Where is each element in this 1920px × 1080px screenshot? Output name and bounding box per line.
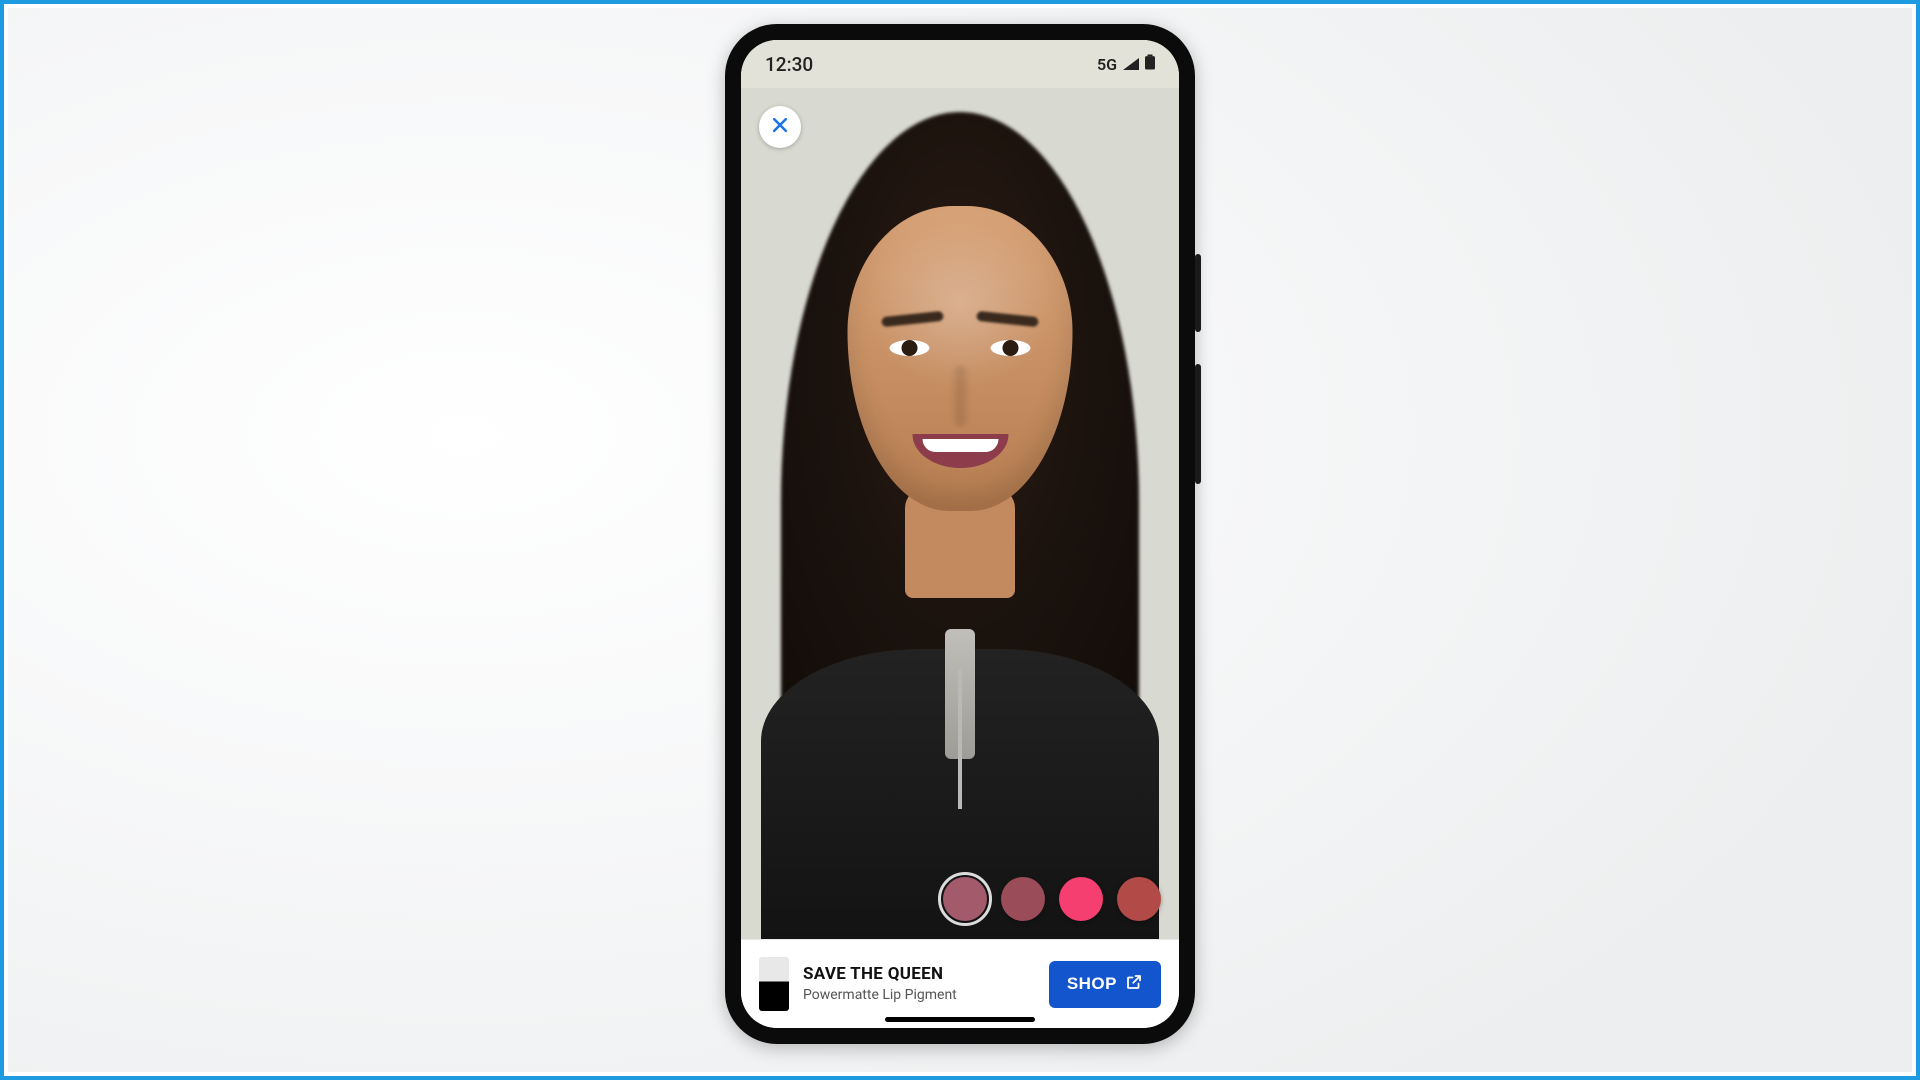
status-right: 5G [1097,54,1155,74]
presentation-stage: 12:30 5G [0,0,1920,1080]
battery-icon [1145,54,1155,74]
shop-button-label: SHOP [1067,974,1117,994]
shade-swatch-2[interactable] [1001,877,1045,921]
product-thumbnail [759,957,789,1011]
product-bar: SAVE THE QUEEN Powermatte Lip Pigment SH… [741,939,1179,1028]
product-subtitle: Powermatte Lip Pigment [803,987,1035,1003]
home-indicator[interactable] [885,1017,1035,1022]
external-link-icon [1125,973,1143,996]
model-eye-right [991,340,1031,356]
product-name: SAVE THE QUEEN [803,965,1035,985]
model-eye-left [890,340,930,356]
model-mouth [912,434,1008,468]
model-zipper [958,669,962,809]
product-text: SAVE THE QUEEN Powermatte Lip Pigment [803,965,1035,1003]
shop-button[interactable]: SHOP [1049,961,1161,1008]
close-icon [770,115,790,139]
close-button[interactable] [759,106,801,148]
status-bar: 12:30 5G [741,40,1179,88]
model-brow-right [976,311,1039,327]
phone-screen: 12:30 5G [741,40,1179,1028]
tryon-camera-view [741,88,1179,939]
shade-swatch-1[interactable] [943,877,987,921]
signal-icon [1123,55,1139,74]
network-label: 5G [1097,55,1117,74]
shade-swatch-row [943,877,1161,921]
phone-frame: 12:30 5G [725,24,1195,1044]
shade-swatch-4[interactable] [1117,877,1161,921]
status-time: 12:30 [765,53,813,76]
shade-swatch-3[interactable] [1059,877,1103,921]
model-brow-left [881,311,944,327]
model-nose [950,366,970,426]
